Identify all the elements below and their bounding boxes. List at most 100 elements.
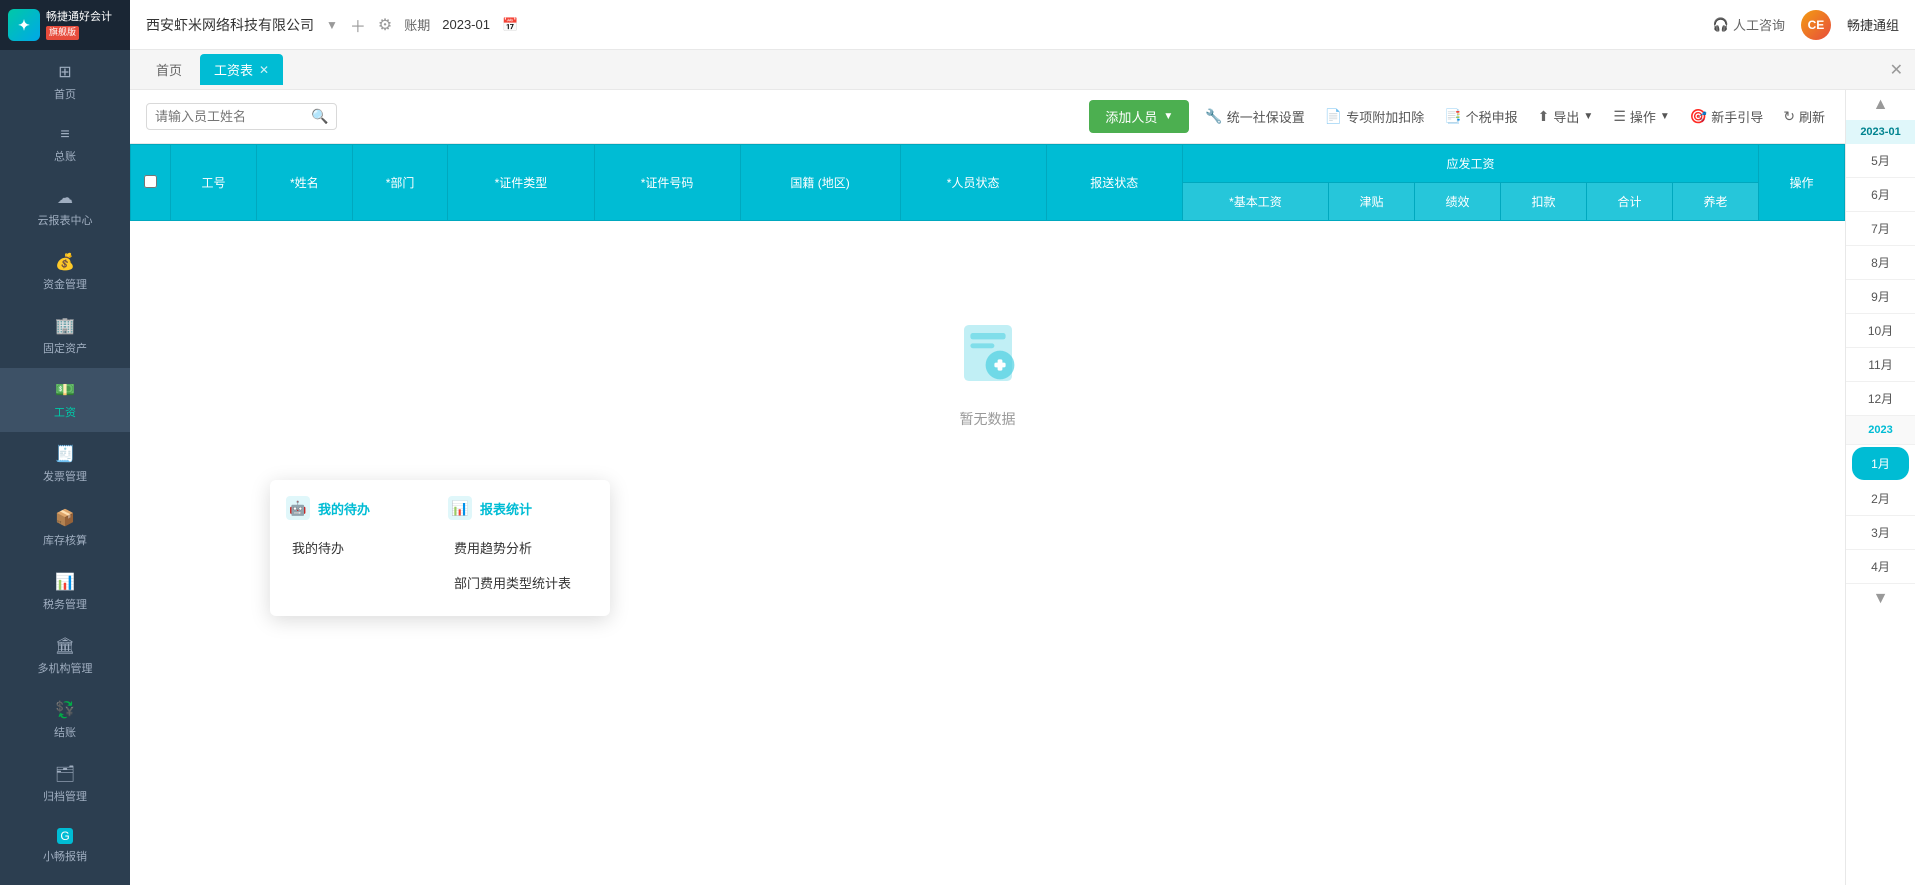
archive-icon: 🗂 bbox=[55, 764, 75, 784]
month-item-6[interactable]: 6月 bbox=[1846, 178, 1915, 212]
social-security-btn[interactable]: 🔧 统一社保设置 bbox=[1201, 107, 1308, 126]
sidebar-item-salary[interactable]: 💵 工资 bbox=[0, 368, 130, 432]
operations-icon: ☰ bbox=[1613, 108, 1626, 125]
company-dropdown-icon[interactable]: ▼ bbox=[326, 18, 338, 32]
month-item-11[interactable]: 11月 bbox=[1846, 348, 1915, 382]
home-icon: ⊞ bbox=[58, 62, 71, 82]
sidebar-item-expense[interactable]: G 小畅报销 bbox=[0, 816, 130, 876]
add-company-icon[interactable]: ＋ bbox=[350, 13, 366, 37]
sidebar-item-general-ledger[interactable]: ≡ 总账 bbox=[0, 114, 130, 176]
search-icon[interactable]: 🔍 bbox=[311, 108, 328, 125]
sidebar-item-home[interactable]: ⊞ 首页 bbox=[0, 50, 130, 114]
headset-icon: 🎧 bbox=[1713, 17, 1729, 33]
th-department: *部门 bbox=[352, 145, 448, 221]
sidebar-item-tax[interactable]: 📊 税务管理 bbox=[0, 560, 130, 624]
month-item-9[interactable]: 9月 bbox=[1846, 280, 1915, 314]
month-panel-down[interactable]: ▼ bbox=[1846, 584, 1915, 614]
month-item-8[interactable]: 8月 bbox=[1846, 246, 1915, 280]
popup-item-dept-expense[interactable]: 部门费用类型统计表 bbox=[448, 565, 594, 600]
special-deduct-icon: 📄 bbox=[1325, 108, 1342, 125]
empty-icon bbox=[948, 313, 1028, 393]
empty-text: 暂无数据 bbox=[960, 409, 1016, 429]
tab-bar-close-btn: ✕ bbox=[1890, 60, 1903, 80]
month-item-4[interactable]: 4月 bbox=[1846, 550, 1915, 584]
operations-btn[interactable]: ☰ 操作 ▼ bbox=[1609, 107, 1673, 126]
export-icon: ⬆ bbox=[1538, 108, 1550, 125]
month-item-7[interactable]: 7月 bbox=[1846, 212, 1915, 246]
sidebar-item-cloud-report[interactable]: ☁ 云报表中心 bbox=[0, 176, 130, 240]
month-item-3[interactable]: 3月 bbox=[1846, 516, 1915, 550]
month-item-5[interactable]: 5月 bbox=[1846, 144, 1915, 178]
tab-salary[interactable]: 工资表 ✕ bbox=[200, 54, 283, 85]
user-name: 畅捷通组 bbox=[1847, 15, 1899, 34]
top-bar-right: 🎧 人工咨询 CE 畅捷通组 bbox=[1713, 10, 1899, 40]
th-pension: 养老 bbox=[1672, 183, 1758, 221]
empty-state-cell: 暂无数据 bbox=[131, 221, 1845, 521]
popup-menu-grid: 🤖 我的待办 我的待办 📊 报表统计 费用趋势分析 部门费用类型统计表 bbox=[286, 496, 594, 600]
sidebar-nav: ⊞ 首页 ≡ 总账 ☁ 云报表中心 💰 资金管理 🏢 固定资产 💵 工资 bbox=[0, 50, 130, 885]
tab-close-icon[interactable]: ✕ bbox=[259, 63, 269, 77]
month-item-2[interactable]: 2月 bbox=[1846, 482, 1915, 516]
sidebar-item-archive[interactable]: 🗂 归档管理 bbox=[0, 752, 130, 816]
refresh-btn[interactable]: ↻ 刷新 bbox=[1779, 107, 1829, 126]
popup-item-expense-trend[interactable]: 费用趋势分析 bbox=[448, 530, 594, 565]
sidebar-item-invoice[interactable]: 🧾 发票管理 bbox=[0, 432, 130, 496]
month-item-12[interactable]: 12月 bbox=[1846, 382, 1915, 416]
sidebar-item-fixed-assets[interactable]: 🏢 固定资产 bbox=[0, 304, 130, 368]
month-panel-header: 2023-01 bbox=[1846, 120, 1915, 144]
sidebar-item-inventory[interactable]: 📦 库存核算 bbox=[0, 496, 130, 560]
global-close-icon[interactable]: ✕ bbox=[1890, 62, 1903, 79]
refresh-icon: ↻ bbox=[1783, 108, 1795, 125]
company-name: 西安虾米网络科技有限公司 bbox=[146, 15, 314, 35]
user-avatar: CE bbox=[1801, 10, 1831, 40]
popup-section-todo-title: 🤖 我的待办 bbox=[286, 496, 432, 520]
settings-icon[interactable]: ⚙ bbox=[378, 15, 392, 35]
add-dropdown-icon: ▼ bbox=[1163, 111, 1173, 122]
popup-menu: 🤖 我的待办 我的待办 📊 报表统计 费用趋势分析 部门费用类型统计表 bbox=[270, 480, 610, 616]
ledger-icon: ≡ bbox=[60, 126, 69, 144]
th-total: 合计 bbox=[1586, 183, 1672, 221]
sidebar-item-fund[interactable]: 💰 资金管理 bbox=[0, 240, 130, 304]
th-report-status: 报送状态 bbox=[1046, 145, 1182, 221]
reports-icon: 📊 bbox=[448, 496, 472, 520]
toolbar: 🔍 添加人员 ▼ 🔧 统一社保设置 📄 专项附加扣除 bbox=[130, 90, 1845, 144]
th-base-salary: *基本工资 bbox=[1182, 183, 1328, 221]
export-dropdown-icon: ▼ bbox=[1583, 111, 1593, 122]
search-input[interactable] bbox=[155, 109, 305, 124]
special-deduct-btn[interactable]: 📄 专项附加扣除 bbox=[1321, 107, 1428, 126]
month-panel-up[interactable]: ▲ bbox=[1846, 90, 1915, 120]
invoice-icon: 🧾 bbox=[55, 444, 75, 464]
month-item-1[interactable]: 1月 bbox=[1852, 447, 1909, 480]
customer-service-btn[interactable]: 🎧 人工咨询 bbox=[1713, 15, 1785, 34]
th-id-number: *证件号码 bbox=[594, 145, 740, 221]
sidebar-item-basic-settings[interactable]: ⚙ 基础设置 bbox=[0, 876, 130, 885]
top-bar: 西安虾米网络科技有限公司 ▼ ＋ ⚙ 账期 2023-01 📅 🎧 人工咨询 C… bbox=[130, 0, 1915, 50]
main-area: 西安虾米网络科技有限公司 ▼ ＋ ⚙ 账期 2023-01 📅 🎧 人工咨询 C… bbox=[130, 0, 1915, 885]
year-2023-label: 2023 bbox=[1846, 416, 1915, 445]
month-item-10[interactable]: 10月 bbox=[1846, 314, 1915, 348]
empty-state: 暂无数据 bbox=[139, 313, 1837, 429]
search-box[interactable]: 🔍 bbox=[146, 103, 337, 130]
social-security-icon: 🔧 bbox=[1205, 108, 1222, 125]
content-area: 🔍 添加人员 ▼ 🔧 统一社保设置 📄 专项附加扣除 bbox=[130, 90, 1915, 885]
expense-icon: G bbox=[57, 828, 72, 844]
th-performance: 绩效 bbox=[1415, 183, 1501, 221]
logo-badge: 旗舰版 bbox=[46, 26, 79, 40]
inventory-icon: 📦 bbox=[55, 508, 75, 528]
th-salary-group: 应发工资 bbox=[1182, 145, 1758, 183]
period-label: 账期 bbox=[404, 15, 430, 34]
calendar-icon[interactable]: 📅 bbox=[502, 17, 518, 33]
todo-icon: 🤖 bbox=[286, 496, 310, 520]
salary-icon: 💵 bbox=[55, 380, 75, 400]
tax-report-btn[interactable]: 📑 个税申报 bbox=[1440, 107, 1521, 126]
sidebar-item-settlement[interactable]: 💱 结账 bbox=[0, 688, 130, 752]
tab-home[interactable]: 首页 bbox=[142, 54, 196, 85]
app-logo: ✦ 畅捷通好会计 旗舰版 bbox=[0, 0, 130, 50]
select-all-checkbox[interactable] bbox=[144, 175, 157, 188]
export-btn[interactable]: ⬆ 导出 ▼ bbox=[1534, 107, 1598, 126]
sidebar-item-multi-org[interactable]: 🏛 多机构管理 bbox=[0, 624, 130, 688]
add-person-button[interactable]: 添加人员 ▼ bbox=[1089, 100, 1189, 133]
popup-item-todo[interactable]: 我的待办 bbox=[286, 530, 432, 565]
popup-section-reports-title: 📊 报表统计 bbox=[448, 496, 594, 520]
guide-btn[interactable]: 🎯 新手引导 bbox=[1686, 107, 1767, 126]
